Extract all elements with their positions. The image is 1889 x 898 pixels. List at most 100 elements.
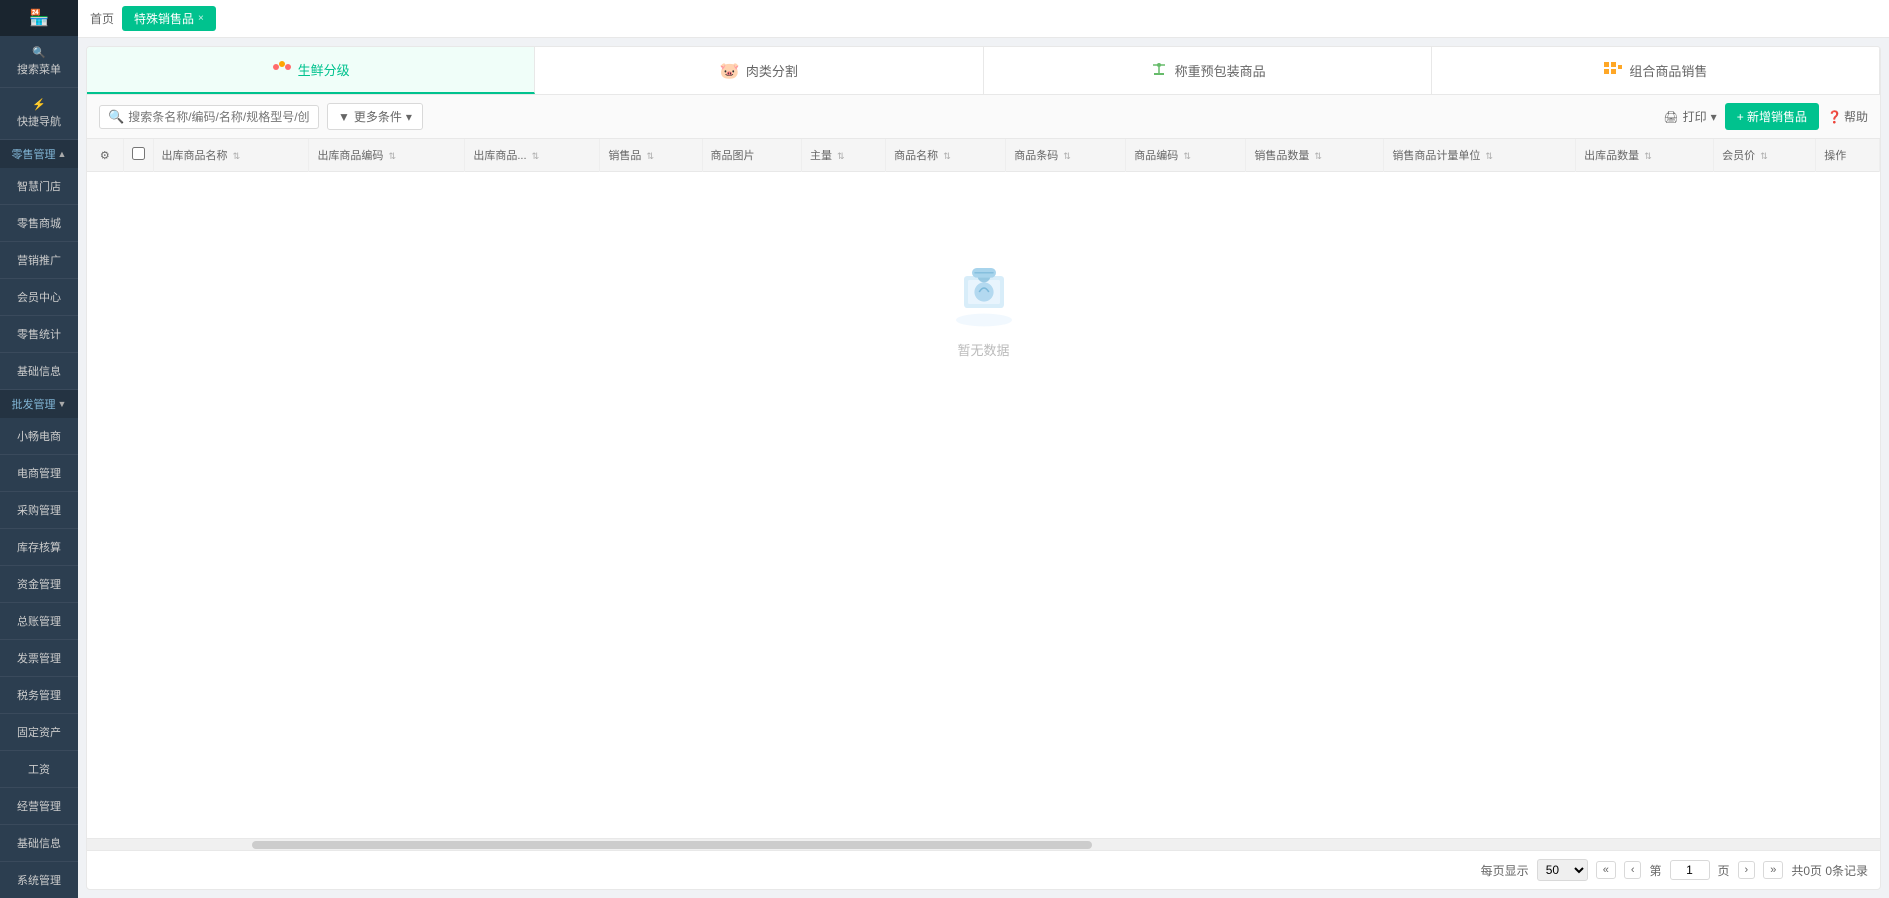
data-table: ⚙ 出库商品名称 ⇅ 出库商品编码 ⇅ xyxy=(87,139,1880,172)
sidebar-item-quick-nav[interactable]: ⚡ 快捷导航 xyxy=(0,88,78,140)
empty-illustration xyxy=(944,252,1024,332)
tab-weighed-prepack[interactable]: 称重预包装商品 xyxy=(984,47,1432,94)
search-input[interactable] xyxy=(128,110,310,124)
meat-cutting-icon: 🐷 xyxy=(720,61,740,81)
filter-button[interactable]: ▼ 更多条件 ▾ xyxy=(327,103,423,130)
help-button[interactable]: ❓ 帮助 xyxy=(1827,108,1868,125)
select-all-checkbox[interactable] xyxy=(132,147,145,160)
pagination: 每页显示 50 10 20 100 « ‹ 第 页 › » 共0页 0条记录 xyxy=(87,850,1880,889)
quick-nav-icon: ⚡ xyxy=(32,98,46,111)
th-warehouse-qty[interactable]: 出库品数量 ⇅ xyxy=(1576,139,1714,172)
retail-mgmt-arrow: ▲ xyxy=(58,149,67,159)
prev-page-button[interactable]: ‹ xyxy=(1624,861,1642,879)
per-page-select[interactable]: 50 10 20 100 xyxy=(1537,859,1588,881)
sidebar-item-operation[interactable]: 经营管理 xyxy=(0,788,78,825)
empty-state: 暂无数据 xyxy=(87,172,1880,439)
th-product-image: 商品图片 xyxy=(702,139,801,172)
sidebar-item-ecommerce-mgmt[interactable]: 电商管理 xyxy=(0,455,78,492)
empty-text: 暂无数据 xyxy=(957,340,1009,359)
th-member-price[interactable]: 会员价 ⇅ xyxy=(1714,139,1816,172)
bottom-scrollbar[interactable] xyxy=(87,838,1880,850)
sidebar-item-ecommerce[interactable]: 小畅电商 xyxy=(0,418,78,455)
sidebar-item-basic-info[interactable]: 基础信息 xyxy=(0,353,78,390)
sort-member-price[interactable]: ⇅ xyxy=(1760,151,1768,161)
sidebar-item-wholesale-mgmt[interactable]: 批发管理 ▼ xyxy=(0,390,78,418)
scrollbar-thumb[interactable] xyxy=(252,841,1092,849)
per-page-label: 每页显示 xyxy=(1481,862,1529,879)
home-breadcrumb[interactable]: 首页 xyxy=(90,10,114,27)
th-warehouse-product-extra[interactable]: 出库商品... ⇅ xyxy=(465,139,600,172)
page-label: 第 xyxy=(1649,862,1661,879)
sidebar-item-inventory[interactable]: 库存核算 xyxy=(0,529,78,566)
th-main-quantity[interactable]: 主量 ⇅ xyxy=(801,139,885,172)
sidebar-item-system[interactable]: 系统管理 xyxy=(0,862,78,898)
print-button[interactable]: 🖨 打印 ▾ xyxy=(1663,108,1716,125)
sort-sale-product[interactable]: ⇅ xyxy=(646,151,654,161)
toolbar: 🔍 ▼ 更多条件 ▾ 🖨 打印 ▾ + 新增销售品 ❓ 帮助 xyxy=(87,95,1880,139)
th-sale-unit[interactable]: 销售商品计量单位 ⇅ xyxy=(1384,139,1576,172)
sidebar-item-salary[interactable]: 工资 xyxy=(0,751,78,788)
sort-warehouse-qty[interactable]: ⇅ xyxy=(1644,151,1652,161)
th-product-code[interactable]: 商品编码 ⇅ xyxy=(1126,139,1246,172)
last-page-button[interactable]: » xyxy=(1763,861,1783,879)
sort-warehouse-name[interactable]: ⇅ xyxy=(233,151,241,161)
sidebar-item-finance[interactable]: 资金管理 xyxy=(0,566,78,603)
sort-warehouse-code[interactable]: ⇅ xyxy=(389,151,397,161)
tab-fresh-grading[interactable]: 生鲜分级 xyxy=(87,47,535,94)
sidebar: 🏪 🔍 搜索菜单 ⚡ 快捷导航 零售管理 ▲ 智慧门店 零售商城 营销推广 会员… xyxy=(0,0,78,898)
search-menu-icon: 🔍 xyxy=(32,46,46,59)
topbar: 首页 特殊销售品 × xyxy=(78,0,1889,38)
sidebar-item-retail-mgmt[interactable]: 零售管理 ▲ xyxy=(0,140,78,168)
sort-sale-unit[interactable]: ⇅ xyxy=(1485,151,1493,161)
current-tab[interactable]: 特殊销售品 × xyxy=(122,6,216,31)
filter-icon: ▼ xyxy=(338,110,350,124)
sort-main-qty[interactable]: ⇅ xyxy=(837,151,845,161)
sort-product-code[interactable]: ⇅ xyxy=(1183,151,1191,161)
sidebar-item-tax[interactable]: 税务管理 xyxy=(0,677,78,714)
next-page-button[interactable]: › xyxy=(1738,861,1756,879)
sort-product-name[interactable]: ⇅ xyxy=(943,151,951,161)
tab-combo-sales[interactable]: 组合商品销售 xyxy=(1432,47,1880,94)
sidebar-item-smart-store[interactable]: 智慧门店 xyxy=(0,168,78,205)
tab-meat-cutting[interactable]: 🐷 肉类分割 xyxy=(535,47,983,94)
sidebar-item-fixed-assets[interactable]: 固定资产 xyxy=(0,714,78,751)
th-gear[interactable]: ⚙ xyxy=(87,139,123,172)
th-checkbox[interactable] xyxy=(123,139,153,172)
weighed-prepack-icon xyxy=(1149,60,1169,81)
sidebar-item-retail-stats[interactable]: 零售统计 xyxy=(0,316,78,353)
sidebar-item-retail-mall[interactable]: 零售商城 xyxy=(0,205,78,242)
th-warehouse-product-code[interactable]: 出库商品编码 ⇅ xyxy=(309,139,465,172)
search-wrap: 🔍 xyxy=(99,105,319,129)
sort-sale-qty[interactable]: ⇅ xyxy=(1314,151,1322,161)
th-sale-qty[interactable]: 销售品数量 ⇅ xyxy=(1246,139,1384,172)
tab-close-icon[interactable]: × xyxy=(198,13,204,24)
page-number-input[interactable] xyxy=(1670,860,1710,880)
new-product-button[interactable]: + 新增销售品 xyxy=(1725,103,1819,130)
main-content: 首页 特殊销售品 × 生鲜分级 🐷 肉类分割 xyxy=(78,0,1889,898)
sidebar-item-general-ledger[interactable]: 总账管理 xyxy=(0,603,78,640)
sort-barcode[interactable]: ⇅ xyxy=(1063,151,1071,161)
total-info: 共0页 0条记录 xyxy=(1791,862,1868,879)
right-actions: 🖨 打印 ▾ + 新增销售品 ❓ 帮助 xyxy=(1663,103,1868,130)
wholesale-mgmt-arrow: ▼ xyxy=(58,399,67,409)
column-settings-icon[interactable]: ⚙ xyxy=(100,150,110,162)
content-card: 生鲜分级 🐷 肉类分割 称重预包装商品 xyxy=(86,46,1881,890)
sidebar-item-purchase-mgmt[interactable]: 采购管理 xyxy=(0,492,78,529)
first-page-button[interactable]: « xyxy=(1596,861,1616,879)
sidebar-item-marketing[interactable]: 营销推广 xyxy=(0,242,78,279)
th-product-name[interactable]: 商品名称 ⇅ xyxy=(886,139,1006,172)
th-warehouse-product-name[interactable]: 出库商品名称 ⇅ xyxy=(153,139,309,172)
filter-dropdown-icon: ▾ xyxy=(406,110,412,124)
sidebar-item-basic-info2[interactable]: 基础信息 xyxy=(0,825,78,862)
print-dropdown-icon: ▾ xyxy=(1711,110,1717,124)
combo-sales-icon xyxy=(1603,60,1623,81)
sidebar-item-member-center[interactable]: 会员中心 xyxy=(0,279,78,316)
th-sale-product[interactable]: 销售品 ⇅ xyxy=(600,139,702,172)
th-barcode[interactable]: 商品条码 ⇅ xyxy=(1006,139,1126,172)
sidebar-item-invoice[interactable]: 发票管理 xyxy=(0,640,78,677)
sidebar-item-search-menu[interactable]: 🔍 搜索菜单 xyxy=(0,36,78,88)
print-icon: 🖨 xyxy=(1663,110,1678,124)
table-wrap: ⚙ 出库商品名称 ⇅ 出库商品编码 ⇅ xyxy=(87,139,1880,838)
sidebar-logo: 🏪 xyxy=(0,0,78,36)
sort-warehouse-extra[interactable]: ⇅ xyxy=(532,151,540,161)
